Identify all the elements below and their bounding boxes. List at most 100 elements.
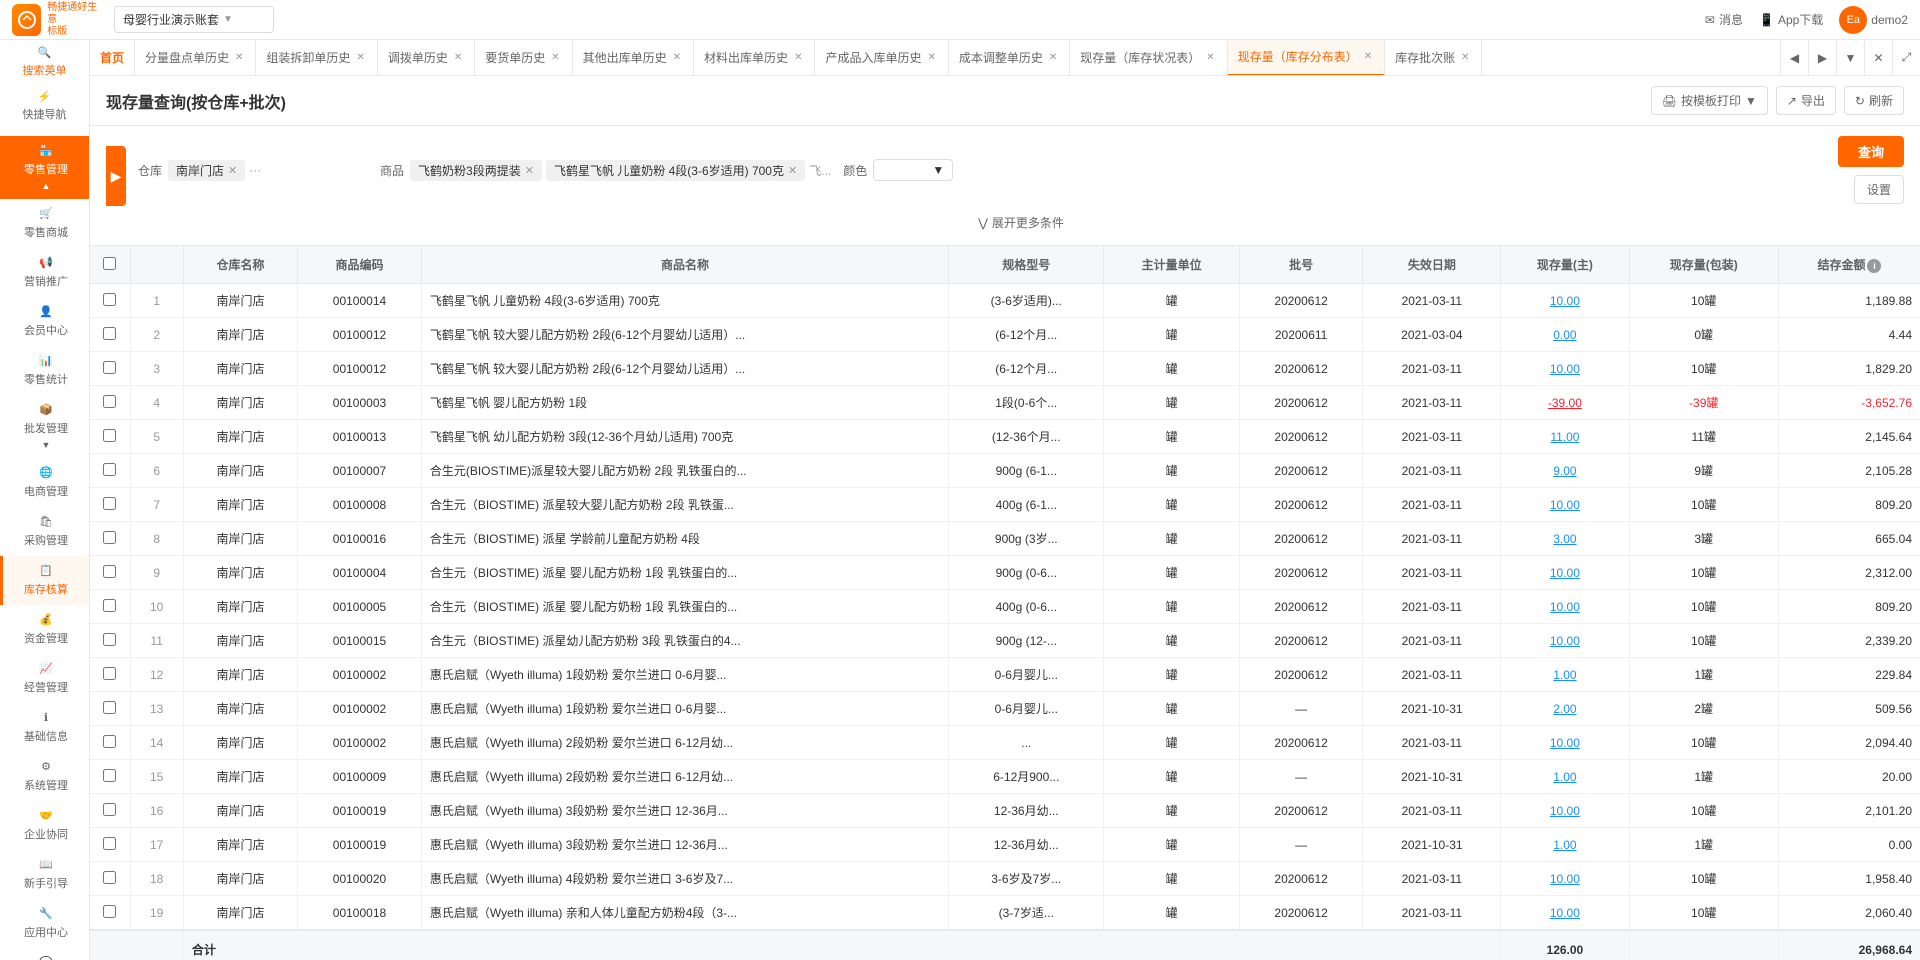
- qty-main-link[interactable]: 10.00: [1550, 736, 1580, 750]
- store-selector[interactable]: 母婴行业演示账套 ▼: [114, 6, 274, 33]
- warehouse-tag-close-icon[interactable]: ✕: [228, 164, 237, 177]
- tab-adjustment-history[interactable]: 调拨单历史 ✕: [378, 40, 475, 76]
- tab-req-history[interactable]: 要货单历史 ✕: [475, 40, 572, 76]
- qty-main-link[interactable]: 11.00: [1550, 430, 1579, 444]
- refresh-btn[interactable]: ↻ 刷新: [1844, 86, 1904, 115]
- sidebar-search[interactable]: 🔍 搜索英单: [0, 40, 89, 84]
- expand-more-btn[interactable]: ⋁ 展开更多条件: [138, 210, 1904, 235]
- sidebar-item-corp-collab[interactable]: 🤝 企业协同: [0, 801, 89, 850]
- color-filter-dropdown[interactable]: ▼: [873, 159, 953, 181]
- product-tag-close-1-icon[interactable]: ✕: [525, 164, 534, 177]
- qty-main-link[interactable]: 10.00: [1550, 872, 1580, 886]
- sidebar-item-app-center[interactable]: 🔧 应用中心: [0, 899, 89, 948]
- row-checkbox[interactable]: [103, 837, 116, 850]
- tab-close-icon[interactable]: ✕: [233, 50, 245, 65]
- row-checkbox[interactable]: [103, 565, 116, 578]
- sidebar-item-finance[interactable]: 💰 资金管理: [0, 605, 89, 654]
- sidebar-item-purchase[interactable]: 🛍 采购管理: [0, 507, 89, 556]
- sidebar-item-system[interactable]: ⚙ 系统管理: [0, 752, 89, 801]
- row-checkbox[interactable]: [103, 633, 116, 646]
- tab-close-icon[interactable]: ✕: [1047, 50, 1059, 65]
- sidebar-item-operation[interactable]: 📈 经营管理: [0, 654, 89, 703]
- tab-menu-btn[interactable]: ▼: [1836, 40, 1864, 76]
- user-area[interactable]: Ea demo2: [1839, 6, 1908, 34]
- qty-main-link[interactable]: 10.00: [1550, 566, 1580, 580]
- print-btn[interactable]: 🖨 按模板打印 ▼: [1651, 86, 1768, 115]
- tab-close-icon[interactable]: ✕: [671, 50, 683, 65]
- qty-main-link[interactable]: 3.00: [1553, 532, 1576, 546]
- row-checkbox[interactable]: [103, 769, 116, 782]
- row-checkbox[interactable]: [103, 599, 116, 612]
- tab-close-icon[interactable]: ✕: [1204, 50, 1216, 65]
- tab-current-stock-dist[interactable]: 现存量（库存分布表） ✕: [1228, 40, 1385, 76]
- qty-main-link[interactable]: 0.00: [1553, 328, 1576, 342]
- row-checkbox[interactable]: [103, 463, 116, 476]
- sidebar-item-marketing[interactable]: 📢 营销推广: [0, 248, 89, 297]
- tab-cost-adjust-history[interactable]: 成本调整单历史 ✕: [949, 40, 1070, 76]
- row-checkbox[interactable]: [103, 395, 116, 408]
- product-filter-more[interactable]: 飞...: [809, 162, 831, 179]
- tab-close-icon[interactable]: ✕: [792, 50, 804, 65]
- tab-disassembly-history[interactable]: 组装拆卸单历史 ✕: [256, 40, 377, 76]
- tab-close-icon[interactable]: ✕: [925, 50, 937, 65]
- row-checkbox[interactable]: [103, 905, 116, 918]
- sidebar-item-retail-stats[interactable]: 📊 零售统计: [0, 346, 89, 395]
- sidebar-item-new-guide[interactable]: 📖 新手引导: [0, 850, 89, 899]
- qty-main-link[interactable]: 10.00: [1550, 804, 1580, 818]
- row-checkbox[interactable]: [103, 735, 116, 748]
- warehouse-filter-more[interactable]: ···: [249, 163, 261, 177]
- sidebar-item-basic-info[interactable]: ℹ 基础信息: [0, 703, 89, 752]
- row-checkbox[interactable]: [103, 429, 116, 442]
- row-checkbox[interactable]: [103, 293, 116, 306]
- qty-main-link[interactable]: 9.00: [1553, 464, 1576, 478]
- tab-home[interactable]: 首页: [90, 40, 135, 76]
- tab-split-disc-history[interactable]: 分量盘点单历史 ✕: [135, 40, 256, 76]
- product-tag-close-2-icon[interactable]: ✕: [788, 164, 797, 177]
- qty-main-link[interactable]: 1.00: [1553, 838, 1576, 852]
- qty-main-link[interactable]: 10.00: [1550, 634, 1580, 648]
- sidebar-item-inventory[interactable]: 📋 库存核算: [0, 556, 89, 605]
- row-checkbox[interactable]: [103, 361, 116, 374]
- tab-maximize-btn[interactable]: ⤢: [1892, 40, 1920, 76]
- qty-main-link[interactable]: 10.00: [1550, 294, 1580, 308]
- tab-next-btn[interactable]: ▶: [1808, 40, 1836, 76]
- tab-close-icon[interactable]: ✕: [1362, 49, 1374, 64]
- tab-prev-btn[interactable]: ◀: [1780, 40, 1808, 76]
- sidebar-item-corp-wechat[interactable]: 💬 企业微信: [0, 948, 89, 960]
- tab-current-stock-status[interactable]: 现存量（库存状况表） ✕: [1070, 40, 1227, 76]
- export-btn[interactable]: ↗ 导出: [1776, 86, 1836, 115]
- tab-close-icon[interactable]: ✕: [1459, 50, 1471, 65]
- message-btn[interactable]: ✉ 消息: [1705, 11, 1743, 28]
- row-checkbox[interactable]: [103, 701, 116, 714]
- row-checkbox[interactable]: [103, 667, 116, 680]
- filter-toggle-btn[interactable]: ▶: [106, 146, 126, 206]
- qty-main-link[interactable]: -39.00: [1548, 396, 1582, 410]
- info-icon[interactable]: i: [1867, 259, 1881, 273]
- qty-main-link[interactable]: 10.00: [1550, 362, 1580, 376]
- qty-main-link[interactable]: 1.00: [1553, 668, 1576, 682]
- query-btn[interactable]: 查询: [1838, 136, 1904, 167]
- sidebar-item-retail-store[interactable]: 🛒 零售商城: [0, 199, 89, 248]
- row-checkbox[interactable]: [103, 531, 116, 544]
- qty-main-link[interactable]: 10.00: [1550, 498, 1580, 512]
- tab-other-out-history[interactable]: 其他出库单历史 ✕: [573, 40, 694, 76]
- tab-close-icon[interactable]: ✕: [549, 50, 561, 65]
- qty-main-link[interactable]: 1.00: [1553, 770, 1576, 784]
- tab-close-all-btn[interactable]: ✕: [1864, 40, 1892, 76]
- select-all-checkbox[interactable]: [103, 257, 116, 270]
- row-checkbox[interactable]: [103, 497, 116, 510]
- sidebar-item-ecommerce[interactable]: 🌐 电商管理: [0, 458, 89, 507]
- sidebar-item-member[interactable]: 👤 会员中心: [0, 297, 89, 346]
- tab-close-icon[interactable]: ✕: [452, 50, 464, 65]
- tab-batch-ledger[interactable]: 库存批次账 ✕: [1385, 40, 1482, 76]
- settings-btn[interactable]: 设置: [1854, 175, 1904, 204]
- tab-product-in-history[interactable]: 产成品入库单历史 ✕: [815, 40, 948, 76]
- qty-main-link[interactable]: 2.00: [1553, 702, 1576, 716]
- tab-material-out-history[interactable]: 材料出库单历史 ✕: [694, 40, 815, 76]
- sidebar-shortcut[interactable]: ⚡ 快捷导航: [0, 84, 89, 128]
- tab-close-icon[interactable]: ✕: [354, 50, 366, 65]
- qty-main-link[interactable]: 10.00: [1550, 600, 1580, 614]
- sidebar-item-wholesale[interactable]: 📦 批发管理 ▼: [0, 395, 89, 458]
- sidebar-item-retail-mgmt[interactable]: 🏪 零售管理 ▲: [0, 136, 89, 199]
- row-checkbox[interactable]: [103, 871, 116, 884]
